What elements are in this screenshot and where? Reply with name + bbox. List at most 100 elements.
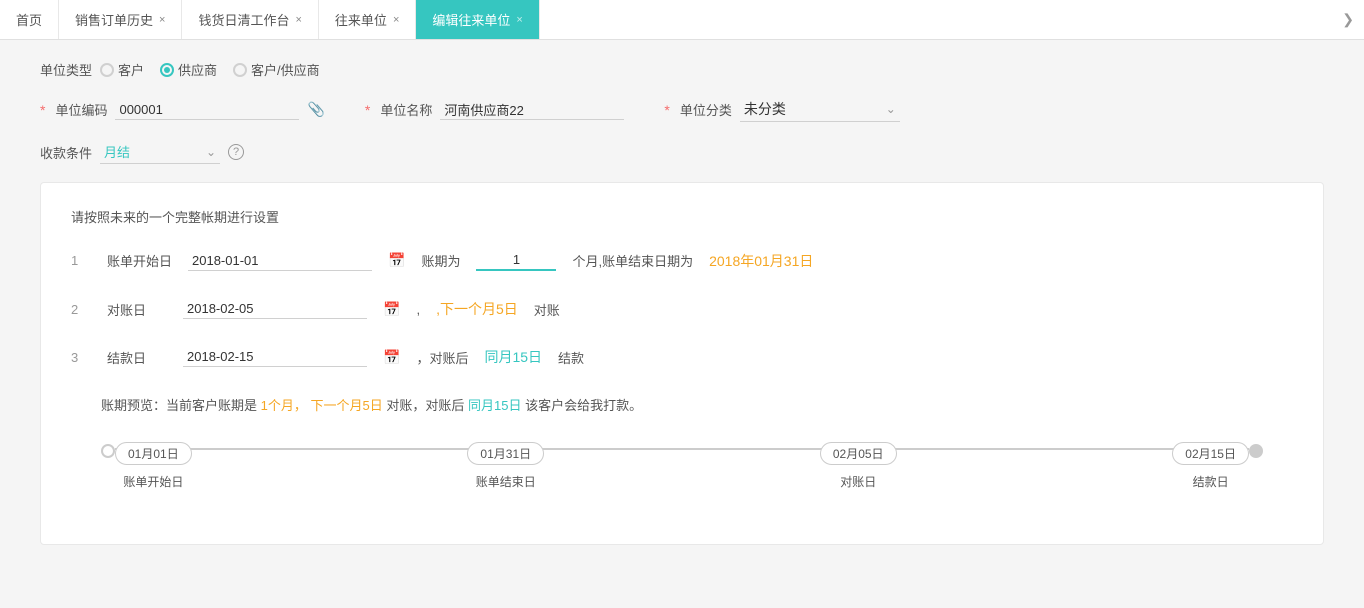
radio-customer[interactable]: 客户 [100,60,144,79]
timeline-label-2: 账单结束日 [476,473,536,490]
payment-field: 收款条件 月结 ⌄ ? [40,140,244,164]
period-card: 请按照未来的一个完整帐期进行设置 1 账单开始日 📅 账期为 个月,账单结束日期… [40,182,1324,545]
preview-middle: 对账，对账后 [386,398,464,413]
timeline-wrapper: 01月01日 账单开始日 01月31日 账单结束日 02月05日 对账日 [71,442,1293,520]
period-num-3: 3 [71,350,91,365]
radio-both-label: 客户/供应商 [251,60,320,79]
unit-type-row: 单位类型 客户 供应商 客户/供应商 [40,60,1324,79]
tab-cash-work[interactable]: 钱货日清工作台 × [182,0,318,39]
tab-partners[interactable]: 往来单位 × [319,0,416,39]
tabs-more-button[interactable]: ❯ [1332,11,1364,28]
preview-prefix: 账期预览：当前客户账期是 [101,398,257,413]
period-end-date-highlight: 2018年01月31日 [709,251,813,271]
period-num-2: 2 [71,302,91,317]
period-label-3: 结款日 [107,348,167,367]
encode-icon[interactable]: 📎 [307,101,324,118]
help-icon[interactable]: ? [228,144,244,160]
preview-part2: 下一个月5日 [311,398,383,413]
tab-edit-partner[interactable]: 编辑往来单位 × [416,0,539,39]
tab-cash-work-close[interactable]: × [295,14,301,26]
classify-label: 单位分类 [680,100,732,119]
period-row-2: 2 对账日 📅 , ,下一个月5日 对账 [71,299,1293,319]
radio-supplier-circle [160,63,174,77]
radio-both-circle [233,63,247,77]
period-row2-prefix: , [416,302,420,317]
unit-type-field: 单位类型 客户 供应商 客户/供应商 [40,60,320,79]
code-field: * 单位编码 📎 [40,100,325,120]
radio-both[interactable]: 客户/供应商 [233,60,320,79]
unit-type-radio-group: 客户 供应商 客户/供应商 [100,60,320,79]
period-date-input-3[interactable] [183,347,367,367]
calendar-icon-3[interactable]: 📅 [383,349,400,366]
main-content: 单位类型 客户 供应商 客户/供应商 * 单位编码 [0,40,1364,608]
radio-supplier[interactable]: 供应商 [160,60,217,79]
code-required: * [40,102,45,118]
name-required: * [365,102,370,118]
timeline-node-2: 01月31日 账单结束日 [467,442,544,490]
payment-dropdown[interactable]: 月结 ⌄ [100,140,220,164]
payment-value: 月结 [104,142,202,161]
code-label: 单位编码 [55,100,107,119]
name-field: * 单位名称 [365,100,624,120]
tab-cash-work-label: 钱货日清工作台 [198,10,289,29]
tab-home[interactable]: 首页 [0,0,59,39]
period-row2-suffix2: 对账 [534,300,560,319]
tab-sales-history-label: 销售订单历史 [75,10,153,29]
preview-suffix: 该客户会给我打款。 [525,398,642,413]
timeline-badge-3: 02月05日 [820,442,897,465]
timeline-badge-2: 01月31日 [467,442,544,465]
timeline-node-1: 01月01日 账单开始日 [115,442,192,490]
period-suffix-1: 账期为 [421,251,460,270]
period-date-input-2[interactable] [183,299,367,319]
period-card-title: 请按照未来的一个完整帐期进行设置 [71,207,1293,226]
calendar-icon-1[interactable]: 📅 [388,252,405,269]
name-input[interactable] [440,100,624,120]
period-label-2: 对账日 [107,300,167,319]
tab-sales-history[interactable]: 销售订单历史 × [59,0,182,39]
tab-partners-label: 往来单位 [335,10,387,29]
radio-customer-label: 客户 [118,60,144,79]
timeline-badge-4: 02月15日 [1172,442,1249,465]
preview-text: 账期预览：当前客户账期是 1个月， 下一个月5日 对账，对账后 同月15日 该客… [71,395,1293,414]
preview-part3: 同月15日 [468,398,521,413]
unit-type-label: 单位类型 [40,60,92,79]
radio-customer-circle [100,63,114,77]
period-row-3: 3 结款日 📅 ，对账后 同月15日 结款 [71,347,1293,367]
period-num-1: 1 [71,253,91,268]
period-month-input[interactable] [476,250,556,271]
timeline-label-3: 对账日 [840,473,876,490]
calendar-icon-2[interactable]: 📅 [383,301,400,318]
tab-edit-partner-label: 编辑往来单位 [432,10,510,29]
timeline-label-1: 账单开始日 [123,473,183,490]
period-label-1: 账单开始日 [107,251,172,270]
period-month-suffix-1: 个月,账单结束日期为 [572,251,693,270]
tab-sales-history-close[interactable]: × [159,14,165,26]
name-label: 单位名称 [380,100,432,119]
classify-field: * 单位分类 未分类 ⌄ [664,97,899,122]
code-input[interactable] [115,100,299,120]
timeline-start-dot [101,444,115,458]
preview-part1: 1个月， [261,398,307,413]
period-row3-highlight: 同月15日 [484,347,542,367]
payment-row: 收款条件 月结 ⌄ ? [40,140,1324,164]
period-row2-highlight: ,下一个月5日 [436,299,518,319]
payment-label: 收款条件 [40,143,92,162]
tab-home-label: 首页 [16,10,42,29]
period-date-input-1[interactable] [188,251,372,271]
timeline-end-dot [1249,444,1263,458]
classify-dropdown[interactable]: 未分类 ⌄ [740,97,900,122]
period-row3-suffix2: 结款 [558,348,584,367]
classify-arrow-icon: ⌄ [886,102,896,116]
payment-arrow-icon: ⌄ [206,145,216,159]
period-row3-suffix: ，对账后 [416,348,468,367]
code-name-row: * 单位编码 📎 * 单位名称 * 单位分类 未分类 ⌄ [40,97,1324,122]
timeline-badge-1: 01月01日 [115,442,192,465]
tabs-bar: 首页 销售订单历史 × 钱货日清工作台 × 往来单位 × 编辑往来单位 × ❯ [0,0,1364,40]
timeline-label-4: 结款日 [1193,473,1229,490]
period-row-1: 1 账单开始日 📅 账期为 个月,账单结束日期为 2018年01月31日 [71,250,1293,271]
radio-supplier-label: 供应商 [178,60,217,79]
classify-value: 未分类 [744,99,786,119]
tab-edit-partner-close[interactable]: × [516,14,522,26]
classify-required: * [664,102,669,118]
tab-partners-close[interactable]: × [393,14,399,26]
